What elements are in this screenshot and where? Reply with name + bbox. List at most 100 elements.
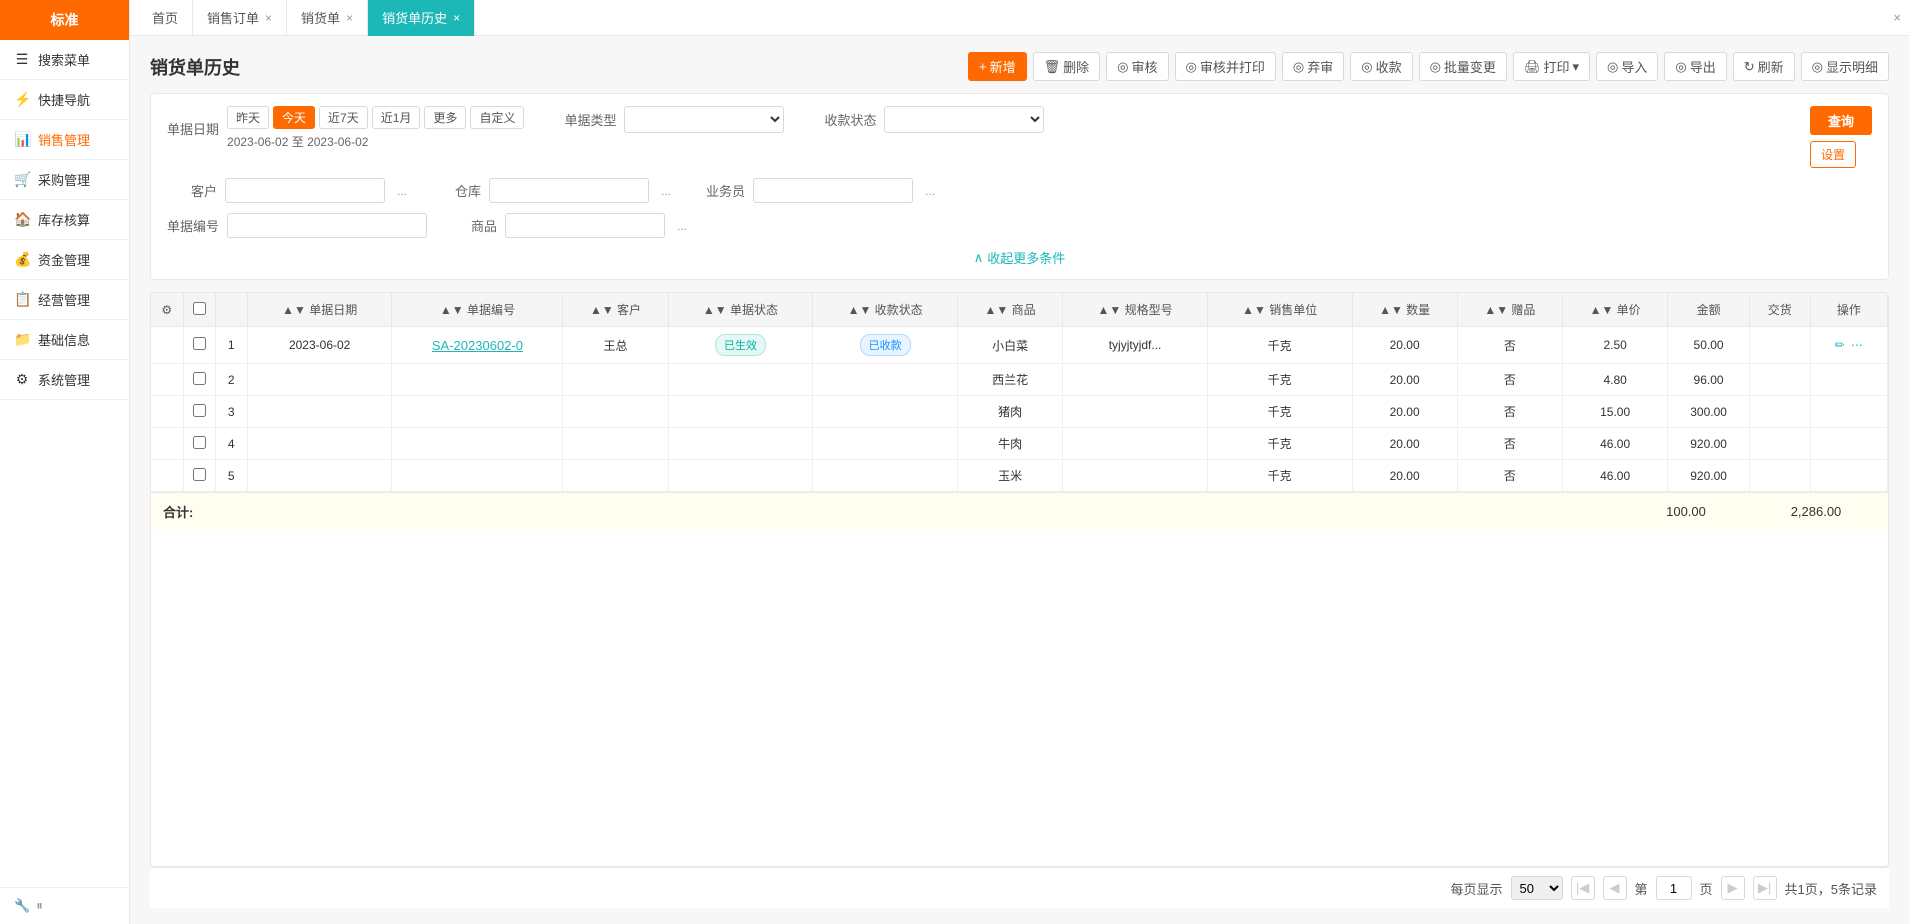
toolbar: + 新增 🗑 删除 ◎ 审核 ◎ 审核并打印 ◎ 弃审 <box>968 52 1889 81</box>
col-gift[interactable]: ▲▼ 赠品 <box>1457 293 1562 327</box>
col-action: 操作 <box>1810 293 1887 327</box>
export-button[interactable]: ◎ 导出 <box>1664 52 1726 81</box>
show-detail-button[interactable]: ◎ 显示明细 <box>1801 52 1889 81</box>
customer-filter-field: 客户 ... <box>167 178 411 203</box>
sidebar-item-purchase-mgmt[interactable]: 🛒 采购管理 <box>0 160 129 200</box>
setting-button[interactable]: 设置 <box>1810 141 1856 168</box>
table-cell: 46.00 <box>1563 460 1668 492</box>
table-body: 12023-06-02SA-20230602-0王总已生效已收款小白菜tyjyj… <box>151 327 1888 492</box>
col-doc-no[interactable]: ▲▼ 单据编号 <box>392 293 563 327</box>
sidebar-item-search-menu[interactable]: ☰ 搜索菜单 <box>0 40 129 80</box>
col-unit[interactable]: ▲▼ 销售单位 <box>1207 293 1352 327</box>
audit-print-button[interactable]: ◎ 审核并打印 <box>1175 52 1276 81</box>
date-btn-7days[interactable]: 近7天 <box>319 106 368 129</box>
col-price[interactable]: ▲▼ 单价 <box>1563 293 1668 327</box>
sidebar-item-finance[interactable]: 💰 资金管理 <box>0 240 129 280</box>
date-btn-yesterday[interactable]: 昨天 <box>227 106 269 129</box>
product-ellipsis[interactable]: ... <box>673 215 691 237</box>
payment-status-select[interactable] <box>884 106 1044 133</box>
close-all-icon[interactable]: × <box>1893 10 1901 25</box>
sidebar-item-sys-mgmt[interactable]: ⚙ 系统管理 <box>0 360 129 400</box>
per-page-select[interactable]: 50 20 100 <box>1511 876 1563 900</box>
col-doc-date[interactable]: ▲▼ 单据日期 <box>247 293 392 327</box>
date-range-display: 2023-06-02 至 2023-06-02 <box>227 133 524 150</box>
tab-sales-history[interactable]: 销货单历史 × <box>368 0 475 36</box>
sidebar-item-label: 资金管理 <box>38 250 90 269</box>
table-cell: 千克 <box>1207 364 1352 396</box>
sidebar-item-label: 采购管理 <box>38 170 90 189</box>
salesperson-input[interactable] <box>753 178 913 203</box>
doc-no-link[interactable]: SA-20230602-0 <box>432 338 523 353</box>
col-pay-status[interactable]: ▲▼ 收款状态 <box>813 293 958 327</box>
col-product[interactable]: ▲▼ 商品 <box>957 293 1062 327</box>
date-btn-more[interactable]: 更多 <box>424 106 466 129</box>
filter-card: 单据日期 昨天 今天 近7天 近1月 更多 自定义 2023-06-02 至 2… <box>150 93 1889 280</box>
delete-button[interactable]: 🗑 删除 <box>1033 52 1101 81</box>
select-all-checkbox[interactable] <box>193 302 206 315</box>
tab-sales-order[interactable]: 销售订单 × <box>193 0 287 36</box>
abandon-button[interactable]: ◎ 弃审 <box>1282 52 1344 81</box>
sidebar-item-inventory[interactable]: 🏠 库存核算 <box>0 200 129 240</box>
audit-button[interactable]: ◎ 审核 <box>1106 52 1168 81</box>
first-page-button[interactable]: |◀ <box>1571 876 1595 900</box>
col-gear[interactable]: ⚙ <box>151 293 183 327</box>
last-page-button[interactable]: ▶| <box>1753 876 1777 900</box>
new-button[interactable]: + 新增 <box>968 52 1027 81</box>
col-customer[interactable]: ▲▼ 客户 <box>563 293 668 327</box>
refresh-button[interactable]: ↻ 刷新 <box>1733 52 1795 81</box>
date-btn-custom[interactable]: 自定义 <box>470 106 524 129</box>
sidebar-item-operations[interactable]: 📋 经营管理 <box>0 280 129 320</box>
print-button[interactable]: 🖨 打印 ▾ <box>1513 52 1590 81</box>
doc-no-input[interactable] <box>227 213 427 238</box>
warehouse-input[interactable] <box>489 178 649 203</box>
doc-type-select[interactable] <box>624 106 784 133</box>
page-number-input[interactable] <box>1656 876 1692 900</box>
date-btn-today[interactable]: 今天 <box>273 106 315 129</box>
col-qty[interactable]: ▲▼ 数量 <box>1352 293 1457 327</box>
table-cell <box>1749 460 1810 492</box>
filter-actions: 查询 设置 <box>1810 106 1872 168</box>
tabs-end[interactable]: × <box>1893 10 1901 25</box>
col-doc-status[interactable]: ▲▼ 单据状态 <box>668 293 813 327</box>
next-page-button[interactable]: ▶ <box>1721 876 1745 900</box>
table-cell: 否 <box>1457 428 1562 460</box>
col-spec[interactable]: ▲▼ 规格型号 <box>1063 293 1208 327</box>
tab-home[interactable]: 首页 <box>138 0 193 36</box>
batch-change-button[interactable]: ◎ 批量变更 <box>1419 52 1507 81</box>
table-cell <box>668 428 813 460</box>
sidebar-item-base-info[interactable]: 📁 基础信息 <box>0 320 129 360</box>
product-input[interactable] <box>505 213 665 238</box>
table-cell <box>813 364 958 396</box>
collect-button[interactable]: ◎ 收款 <box>1350 52 1412 81</box>
sidebar-item-sales-mgmt[interactable]: 📊 销售管理 <box>0 120 129 160</box>
date-btn-1month[interactable]: 近1月 <box>372 106 421 129</box>
tab-sales-order-close[interactable]: × <box>265 11 272 25</box>
row-checkbox[interactable] <box>193 436 206 449</box>
sidebar-item-quick-nav[interactable]: ⚡ 快捷导航 <box>0 80 129 120</box>
edit-action[interactable]: ✏ <box>1832 338 1848 352</box>
customer-ellipsis[interactable]: ... <box>393 180 411 202</box>
col-row-num <box>215 293 247 327</box>
salesperson-ellipsis[interactable]: ... <box>921 180 939 202</box>
tab-sales-goods-close[interactable]: × <box>346 11 353 25</box>
pause-icon[interactable]: ⏸ <box>36 898 43 914</box>
warehouse-ellipsis[interactable]: ... <box>657 180 675 202</box>
customer-input[interactable] <box>225 178 385 203</box>
table-cell: 小白菜 <box>957 327 1062 364</box>
settings-icon[interactable]: 🔧 <box>14 898 30 914</box>
tab-sales-history-close[interactable]: × <box>453 11 460 25</box>
row-checkbox[interactable] <box>193 337 206 350</box>
operations-icon: 📋 <box>14 291 30 308</box>
table-cell <box>1063 428 1208 460</box>
prev-page-button[interactable]: ◀ <box>1603 876 1627 900</box>
collapse-button[interactable]: ∧ 收起更多条件 <box>167 248 1872 267</box>
tab-sales-goods[interactable]: 销货单 × <box>287 0 368 36</box>
more-action[interactable]: ⋯ <box>1848 338 1866 352</box>
table-cell: 王总 <box>563 327 668 364</box>
row-checkbox[interactable] <box>193 404 206 417</box>
table-cell: 3 <box>215 396 247 428</box>
import-button[interactable]: ◎ 导入 <box>1596 52 1658 81</box>
row-checkbox[interactable] <box>193 372 206 385</box>
query-button[interactable]: 查询 <box>1810 106 1872 135</box>
row-checkbox[interactable] <box>193 468 206 481</box>
